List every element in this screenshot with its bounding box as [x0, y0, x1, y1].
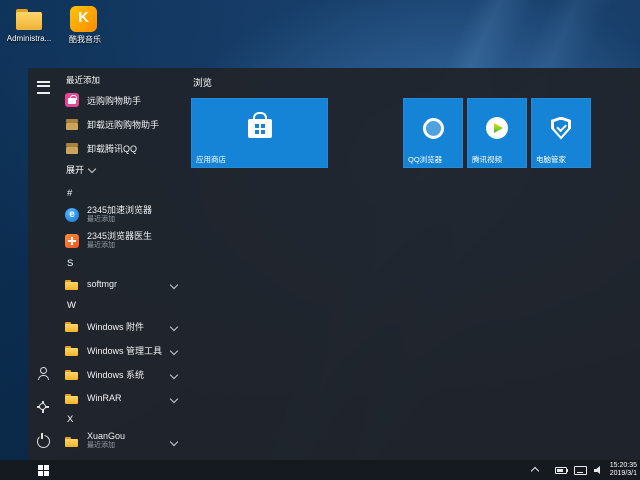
folder-icon	[64, 318, 80, 334]
folder-icon	[64, 342, 80, 358]
app-item-label: Windows 系统	[87, 369, 145, 380]
section-letter-label: S	[67, 257, 74, 269]
desktop: Administra... 酷我音乐 最近添加 远购购物助手	[0, 0, 640, 480]
hamburger-icon	[36, 80, 50, 94]
chevron-down-icon	[169, 394, 179, 404]
desktop-icon-administrator[interactable]: Administra...	[6, 6, 52, 45]
battery-icon[interactable]	[554, 466, 568, 474]
tile-app-store[interactable]: 应用商店	[191, 98, 328, 168]
power-button[interactable]	[28, 430, 58, 452]
folder-icon	[14, 6, 44, 32]
chevron-down-icon	[169, 370, 179, 380]
folder-icon	[64, 366, 80, 382]
app-folder-item[interactable]: Windows 附件	[58, 314, 186, 338]
chevron-down-icon	[169, 346, 179, 356]
app-item-label: 2345加速浏览器	[87, 205, 153, 215]
tile-group-header[interactable]: 浏览	[193, 75, 640, 89]
tile-pc-manager[interactable]: 电脑管家	[531, 98, 591, 168]
app-item[interactable]: 2345加速浏览器 最近添加	[58, 202, 186, 228]
start-menu-tiles: 浏览 应用商店 QQ浏览器 腾讯视频 电脑管家	[186, 68, 640, 460]
clock-date: 2019/3/1	[609, 470, 637, 477]
tile-qq-browser[interactable]: QQ浏览器	[403, 98, 463, 168]
tile-tencent-video[interactable]: 腾讯视频	[467, 98, 527, 168]
browser-e-icon	[64, 207, 80, 223]
user-account-button[interactable]	[28, 362, 58, 384]
app-item-label: 卸载腾讯QQ	[87, 143, 138, 154]
play-icon	[486, 117, 508, 139]
app-item-label: Windows 附件	[87, 321, 145, 332]
clock-time: 15:20:35	[609, 462, 637, 469]
start-menu-app-list: 最近添加 远购购物助手 卸载远购购物助手 卸载腾讯QQ 展开 # e 2345加…	[58, 68, 186, 460]
app-item[interactable]: 卸载腾讯QQ	[58, 136, 186, 160]
expand-label: 展开	[66, 164, 85, 175]
desktop-icon-label: Administra...	[6, 34, 52, 43]
folder-icon	[64, 433, 80, 449]
chevron-down-icon	[169, 437, 179, 447]
touch-keyboard-icon[interactable]	[573, 465, 587, 475]
power-icon	[36, 432, 50, 448]
shopping-assistant-icon	[64, 92, 80, 108]
app-item[interactable]: 远购购物助手	[58, 88, 186, 112]
app-item-label: softmgr	[87, 279, 118, 289]
settings-button[interactable]	[28, 396, 58, 418]
app-folder-item[interactable]: Windows 系统	[58, 362, 186, 386]
taskbar-clock[interactable]: 15:20:35 2019/3/1	[610, 462, 637, 478]
gear-icon	[37, 401, 49, 413]
section-letter-s[interactable]: S	[58, 254, 186, 272]
chevron-down-icon	[169, 280, 179, 290]
app-folder-item[interactable]: Windows 管理工具	[58, 338, 186, 362]
section-letter-w[interactable]: W	[58, 296, 186, 314]
desktop-icon-kuwo-music[interactable]: 酷我音乐	[62, 6, 108, 45]
tile-label: QQ浏览器	[408, 155, 443, 164]
qq-browser-icon	[422, 117, 444, 139]
desktop-icon-area: Administra... 酷我音乐	[6, 6, 108, 45]
store-bag-icon	[247, 111, 272, 138]
browser-doctor-icon	[64, 233, 80, 249]
app-folder-item[interactable]: XuanGou 最近添加	[58, 428, 186, 454]
app-item-label: XuanGou	[87, 431, 126, 441]
tile-empty-slot	[332, 98, 399, 168]
app-item-label: Windows 管理工具	[87, 345, 163, 356]
taskbar: 15:20:35 2019/3/1	[0, 460, 640, 480]
app-item[interactable]: 卸载远购购物助手	[58, 112, 186, 136]
chevron-down-icon	[169, 322, 179, 332]
windows-logo-icon	[37, 464, 49, 476]
uninstall-icon	[64, 116, 80, 132]
kuwo-music-icon	[70, 6, 97, 32]
recently-added-header: 最近添加	[66, 75, 101, 85]
section-letter-label: W	[67, 299, 76, 311]
app-item-label: 卸载远购购物助手	[87, 119, 160, 130]
tile-label: 腾讯视频	[472, 155, 502, 164]
chevron-down-icon	[87, 164, 97, 174]
desktop-icon-label: 酷我音乐	[69, 35, 101, 44]
app-item-subtitle: 最近添加	[87, 442, 115, 449]
folder-icon	[64, 390, 80, 406]
section-letter-x[interactable]: X	[58, 410, 186, 428]
app-item[interactable]: 2345浏览器医生 最近添加	[58, 228, 186, 254]
app-item-label: 远购购物助手	[87, 95, 142, 106]
start-menu-rail	[28, 68, 58, 460]
expand-toggle[interactable]: 展开	[58, 160, 186, 178]
tile-label: 应用商店	[196, 155, 226, 164]
start-menu: 最近添加 远购购物助手 卸载远购购物助手 卸载腾讯QQ 展开 # e 2345加…	[28, 68, 640, 460]
app-item-label: WinRAR	[87, 393, 122, 403]
volume-icon[interactable]	[593, 466, 603, 474]
app-item-label: 2345浏览器医生	[87, 231, 153, 241]
uninstall-icon	[64, 140, 80, 156]
tile-label: 电脑管家	[536, 155, 566, 164]
tray-chevron-up-icon[interactable]	[530, 466, 539, 476]
app-item-subtitle: 最近添加	[87, 216, 115, 223]
folder-icon	[64, 276, 80, 292]
section-letter-label: #	[67, 187, 73, 199]
shield-icon	[551, 116, 571, 140]
section-letter-label: X	[67, 413, 74, 425]
system-tray: 15:20:35 2019/3/1	[530, 462, 640, 478]
start-button[interactable]	[30, 460, 56, 480]
user-icon	[36, 366, 50, 380]
app-folder-item[interactable]: WinRAR	[58, 386, 186, 410]
app-folder-item[interactable]: softmgr	[58, 272, 186, 296]
expand-menu-button[interactable]	[28, 76, 58, 98]
app-item-subtitle: 最近添加	[87, 242, 115, 249]
section-letter-hash[interactable]: #	[58, 184, 186, 202]
